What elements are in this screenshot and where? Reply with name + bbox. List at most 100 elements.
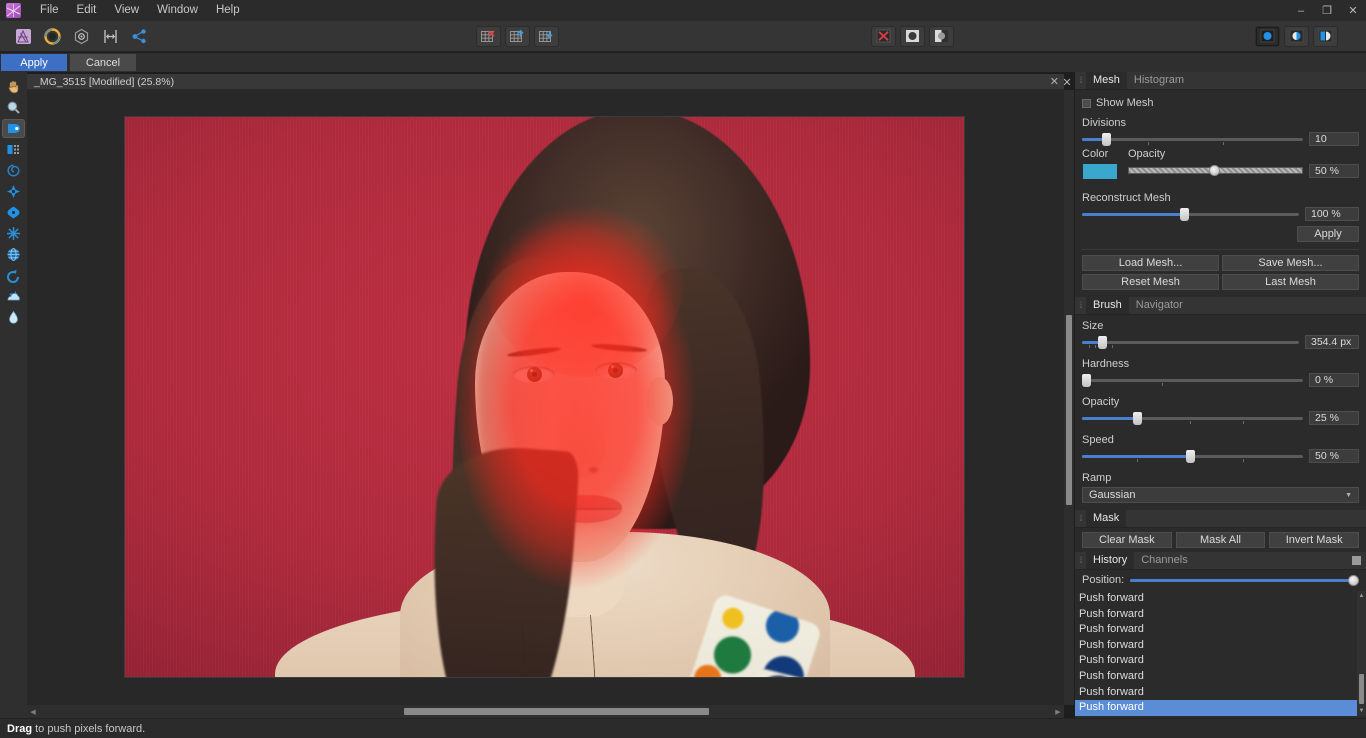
- mesh-opacity-slider[interactable]: [1128, 163, 1303, 178]
- brush-panel-grip-icon[interactable]: ⦙⦙: [1075, 296, 1086, 314]
- list-item[interactable]: Push forward: [1075, 669, 1366, 685]
- brush-size-knob[interactable]: [1098, 336, 1108, 349]
- mesh-freeze-icon[interactable]: [505, 25, 530, 47]
- tool-perspective[interactable]: [2, 245, 25, 264]
- list-item[interactable]: Push forward: [1075, 591, 1366, 607]
- show-mesh-checkbox[interactable]: [1082, 98, 1091, 108]
- tool-thaw[interactable]: [2, 308, 25, 327]
- document-tab[interactable]: _MG_3515 [Modified] (25.8%) ✕: [27, 74, 1064, 90]
- tool-reconstruct[interactable]: [2, 266, 25, 285]
- tool-zoom[interactable]: [2, 98, 25, 117]
- export-persona-icon[interactable]: [128, 25, 151, 48]
- canvas-vertical-scrollbar[interactable]: [1064, 90, 1074, 705]
- menu-item-view[interactable]: View: [105, 0, 148, 21]
- history-scroll-up-icon[interactable]: ▲: [1357, 591, 1366, 600]
- history-scrollbar[interactable]: ▲ ▼: [1357, 591, 1366, 716]
- develop-persona-icon[interactable]: [41, 25, 64, 48]
- scroll-right-icon[interactable]: ▶: [1052, 708, 1064, 716]
- tone-mapping-persona-icon[interactable]: [99, 25, 122, 48]
- brush-hardness-value[interactable]: 0 %: [1309, 373, 1359, 387]
- canvas-horizontal-scrollbar[interactable]: ◀ ▶: [27, 705, 1064, 718]
- preview-split-icon[interactable]: [1284, 25, 1309, 47]
- history-scroll-down-icon[interactable]: ▼: [1357, 707, 1366, 716]
- tab-mask[interactable]: Mask: [1086, 510, 1127, 527]
- reconstruct-value[interactable]: 100 %: [1305, 207, 1359, 221]
- panel-close-icon[interactable]: ✕: [1060, 75, 1074, 89]
- show-mesh-row[interactable]: Show Mesh: [1082, 97, 1359, 109]
- tool-push-forward[interactable]: [2, 119, 25, 138]
- tool-freeze[interactable]: [2, 287, 25, 306]
- last-mesh-button[interactable]: Last Mesh: [1222, 274, 1359, 290]
- tool-twirl[interactable]: [2, 161, 25, 180]
- mesh-opacity-knob[interactable]: [1208, 165, 1220, 176]
- divisions-slider[interactable]: [1082, 132, 1303, 146]
- preview-mirror-icon[interactable]: [1313, 25, 1338, 47]
- history-position-slider[interactable]: [1130, 573, 1359, 587]
- tool-mesh-clone[interactable]: [2, 224, 25, 243]
- divisions-knob[interactable]: [1101, 133, 1111, 146]
- history-position-knob[interactable]: [1348, 575, 1359, 586]
- preview-full-icon[interactable]: [1255, 25, 1280, 47]
- history-panel-menu-icon[interactable]: [1352, 556, 1361, 565]
- liquify-persona-icon[interactable]: [70, 25, 93, 48]
- history-panel-grip-icon[interactable]: ⦙⦙: [1075, 551, 1086, 569]
- panel-grip-icon[interactable]: ⦙⦙: [1075, 71, 1086, 89]
- mask-grey-icon[interactable]: [900, 25, 925, 47]
- tab-mesh[interactable]: Mesh: [1086, 72, 1127, 89]
- hscroll-track[interactable]: [39, 705, 1052, 718]
- divisions-value[interactable]: 10: [1309, 132, 1359, 146]
- history-list[interactable]: Push forward Push forward Push forward P…: [1075, 591, 1366, 716]
- menu-item-file[interactable]: File: [31, 0, 68, 21]
- mesh-thaw-icon[interactable]: [534, 25, 559, 47]
- save-mesh-button[interactable]: Save Mesh...: [1222, 255, 1359, 271]
- mesh-apply-button[interactable]: Apply: [1297, 226, 1359, 242]
- tool-pinch-punch[interactable]: [2, 182, 25, 201]
- brush-speed-slider[interactable]: [1082, 449, 1303, 463]
- list-item[interactable]: Push forward: [1075, 700, 1366, 716]
- tool-turbulence[interactable]: [2, 203, 25, 222]
- invert-mask-button[interactable]: Invert Mask: [1269, 532, 1359, 548]
- tab-brush[interactable]: Brush: [1086, 297, 1129, 314]
- load-mesh-button[interactable]: Load Mesh...: [1082, 255, 1219, 271]
- vscroll-thumb[interactable]: [1066, 315, 1072, 505]
- mask-panel-grip-icon[interactable]: ⦙⦙: [1075, 509, 1086, 527]
- cancel-button[interactable]: Cancel: [70, 54, 136, 71]
- close-icon[interactable]: ✕: [1340, 0, 1366, 21]
- brush-speed-knob[interactable]: [1185, 450, 1195, 463]
- tab-history[interactable]: History: [1086, 552, 1135, 569]
- brush-ramp-select[interactable]: Gaussian ▼: [1082, 487, 1359, 503]
- tool-push-left[interactable]: [2, 140, 25, 159]
- history-scroll-thumb[interactable]: [1359, 673, 1364, 704]
- maximize-icon[interactable]: ❐: [1314, 0, 1340, 21]
- apply-button[interactable]: Apply: [1, 54, 67, 71]
- mesh-opacity-value[interactable]: 50 %: [1309, 163, 1359, 178]
- reconstruct-knob[interactable]: [1179, 208, 1189, 221]
- canvas-area[interactable]: [27, 90, 1064, 705]
- tab-navigator[interactable]: Navigator: [1129, 297, 1190, 314]
- photo-canvas[interactable]: [125, 117, 964, 677]
- mesh-clear-icon[interactable]: [476, 25, 501, 47]
- photo-persona-icon[interactable]: [12, 25, 35, 48]
- mask-off-icon[interactable]: [871, 25, 896, 47]
- mesh-color-swatch[interactable]: [1082, 163, 1118, 180]
- mask-all-button[interactable]: Mask All: [1175, 532, 1266, 548]
- reconstruct-slider[interactable]: [1082, 207, 1299, 221]
- tool-hand[interactable]: [2, 77, 25, 96]
- brush-hardness-knob[interactable]: [1082, 374, 1091, 387]
- brush-speed-value[interactable]: 50 %: [1309, 449, 1359, 463]
- reset-mesh-button[interactable]: Reset Mesh: [1082, 274, 1219, 290]
- tab-histogram[interactable]: Histogram: [1127, 72, 1191, 89]
- document-close-icon[interactable]: ✕: [1050, 75, 1059, 88]
- hscroll-thumb[interactable]: [403, 708, 709, 715]
- menu-item-edit[interactable]: Edit: [68, 0, 106, 21]
- list-item[interactable]: Push forward: [1075, 685, 1366, 701]
- list-item[interactable]: Push forward: [1075, 653, 1366, 669]
- list-item[interactable]: Push forward: [1075, 638, 1366, 654]
- list-item[interactable]: Push forward: [1075, 622, 1366, 638]
- brush-hardness-slider[interactable]: [1082, 373, 1303, 387]
- menu-item-window[interactable]: Window: [148, 0, 207, 21]
- brush-size-slider[interactable]: [1082, 335, 1299, 349]
- minimize-icon[interactable]: –: [1288, 0, 1314, 21]
- brush-opacity-knob[interactable]: [1132, 412, 1142, 425]
- brush-opacity-slider[interactable]: [1082, 411, 1303, 425]
